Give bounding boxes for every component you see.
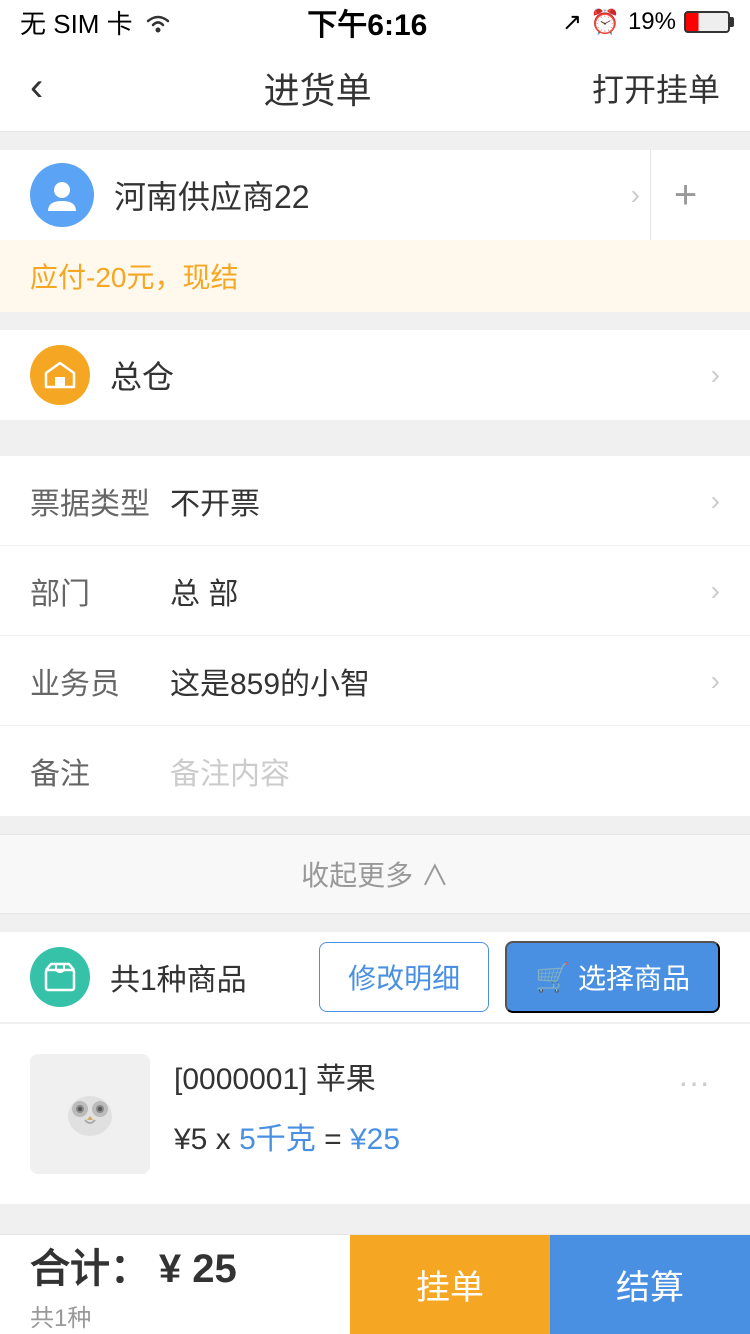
status-left: 无 SIM 卡 [20,4,173,41]
select-product-button[interactable]: 🛒 选择商品 [505,941,720,1013]
product-header: 共1种商品 修改明细 🛒 选择商品 [0,932,750,1022]
invoice-row[interactable]: 票据类型 不开票 › [0,456,750,546]
collapse-bar[interactable]: 收起更多 ∧ [0,834,750,914]
product-count: 共1种商品 [110,955,319,999]
warehouse-name: 总仓 [110,352,711,398]
status-right: ↗ ⏰ 19% [562,8,730,37]
wifi-icon [143,11,173,33]
alarm-icon: ⏰ [590,8,620,37]
cart-icon: 🛒 [535,961,570,994]
product-icon [30,947,90,1007]
form-section: 票据类型 不开票 › 部门 总 部 › 业务员 这是859的小智 › 备注 备注… [0,456,750,816]
total-count: 共1种 [30,1298,350,1333]
divider-2 [0,420,750,438]
supplier-chevron-icon: › [631,179,640,211]
status-time: 下午6:16 [307,0,427,44]
invoice-value: 不开票 [170,479,711,523]
supplier-section[interactable]: 河南供应商22 › + [0,150,750,240]
select-product-label: 选择商品 [578,957,690,997]
edit-detail-button[interactable]: 修改明细 [319,942,489,1012]
divider-1 [0,132,750,150]
nav-bar: ‹ 进货单 打开挂单 [0,44,750,132]
bottom-bar: 合计： ¥ 25 共1种 挂单 结算 [0,1234,750,1334]
product-title: 苹果 [316,1063,376,1096]
total-section: 合计： ¥ 25 共1种 [0,1235,350,1334]
salesperson-label: 业务员 [30,659,170,703]
box-icon [43,962,77,992]
battery-percent: 19% [628,8,676,36]
invoice-chevron-icon: › [711,485,720,517]
more-options-button[interactable]: ··· [668,1054,720,1111]
quantity-value: 5千克 [239,1123,316,1156]
warehouse-icon [30,345,90,405]
carrier-label: 无 SIM 卡 [20,4,133,41]
product-info: [0000001] 苹果 ¥5 x 5千克 = ¥25 [174,1054,668,1158]
product-code: [0000001] [174,1063,307,1096]
battery-icon [684,11,730,33]
notice-bar: 应付-20元，现结 [0,240,750,312]
status-bar: 无 SIM 卡 下午6:16 ↗ ⏰ 19% [0,0,750,44]
item-total: ¥25 [350,1123,400,1156]
salesperson-chevron-icon: › [711,665,720,697]
hang-button[interactable]: 挂单 [350,1235,550,1334]
department-value: 总 部 [170,569,711,613]
product-item: [0000001] 苹果 ¥5 x 5千克 = ¥25 ··· [0,1024,750,1204]
open-hang-button[interactable]: 打开挂单 [592,65,720,111]
person-icon [44,177,80,213]
warehouse-chevron-icon: › [711,359,720,391]
add-supplier-button[interactable]: + [650,150,720,240]
multiply-sign: x [216,1123,231,1156]
total-amount: ¥ 25 [159,1247,237,1291]
total-amount-row: 合计： ¥ 25 [30,1236,350,1294]
warehouse-section[interactable]: 总仓 › [0,330,750,420]
back-button[interactable]: ‹ [30,65,43,110]
notice-text: 应付-20元，现结 [30,262,238,293]
remark-input[interactable]: 备注内容 [170,749,720,793]
salesperson-value: 这是859的小智 [170,659,711,703]
invoice-label: 票据类型 [30,479,170,523]
department-row[interactable]: 部门 总 部 › [0,546,750,636]
supplier-name: 河南供应商22 [114,172,631,218]
total-label: 合计： [30,1247,150,1291]
page-title: 进货单 [264,62,372,114]
product-name: [0000001] 苹果 [174,1054,668,1098]
unit-price: ¥5 [174,1123,207,1156]
equals-sign: = [324,1123,342,1156]
department-chevron-icon: › [711,575,720,607]
house-icon [44,361,76,389]
collapse-label: 收起更多 ∧ [301,854,449,894]
salesperson-row[interactable]: 业务员 这是859的小智 › [0,636,750,726]
location-icon: ↗ [562,8,582,37]
settle-button[interactable]: 结算 [550,1235,750,1334]
product-thumbnail [30,1054,150,1174]
remark-label: 备注 [30,749,170,793]
supplier-avatar [30,163,94,227]
owl-logo [50,1074,130,1154]
remark-row[interactable]: 备注 备注内容 [0,726,750,816]
department-label: 部门 [30,569,170,613]
product-price-row: ¥5 x 5千克 = ¥25 [174,1114,668,1158]
